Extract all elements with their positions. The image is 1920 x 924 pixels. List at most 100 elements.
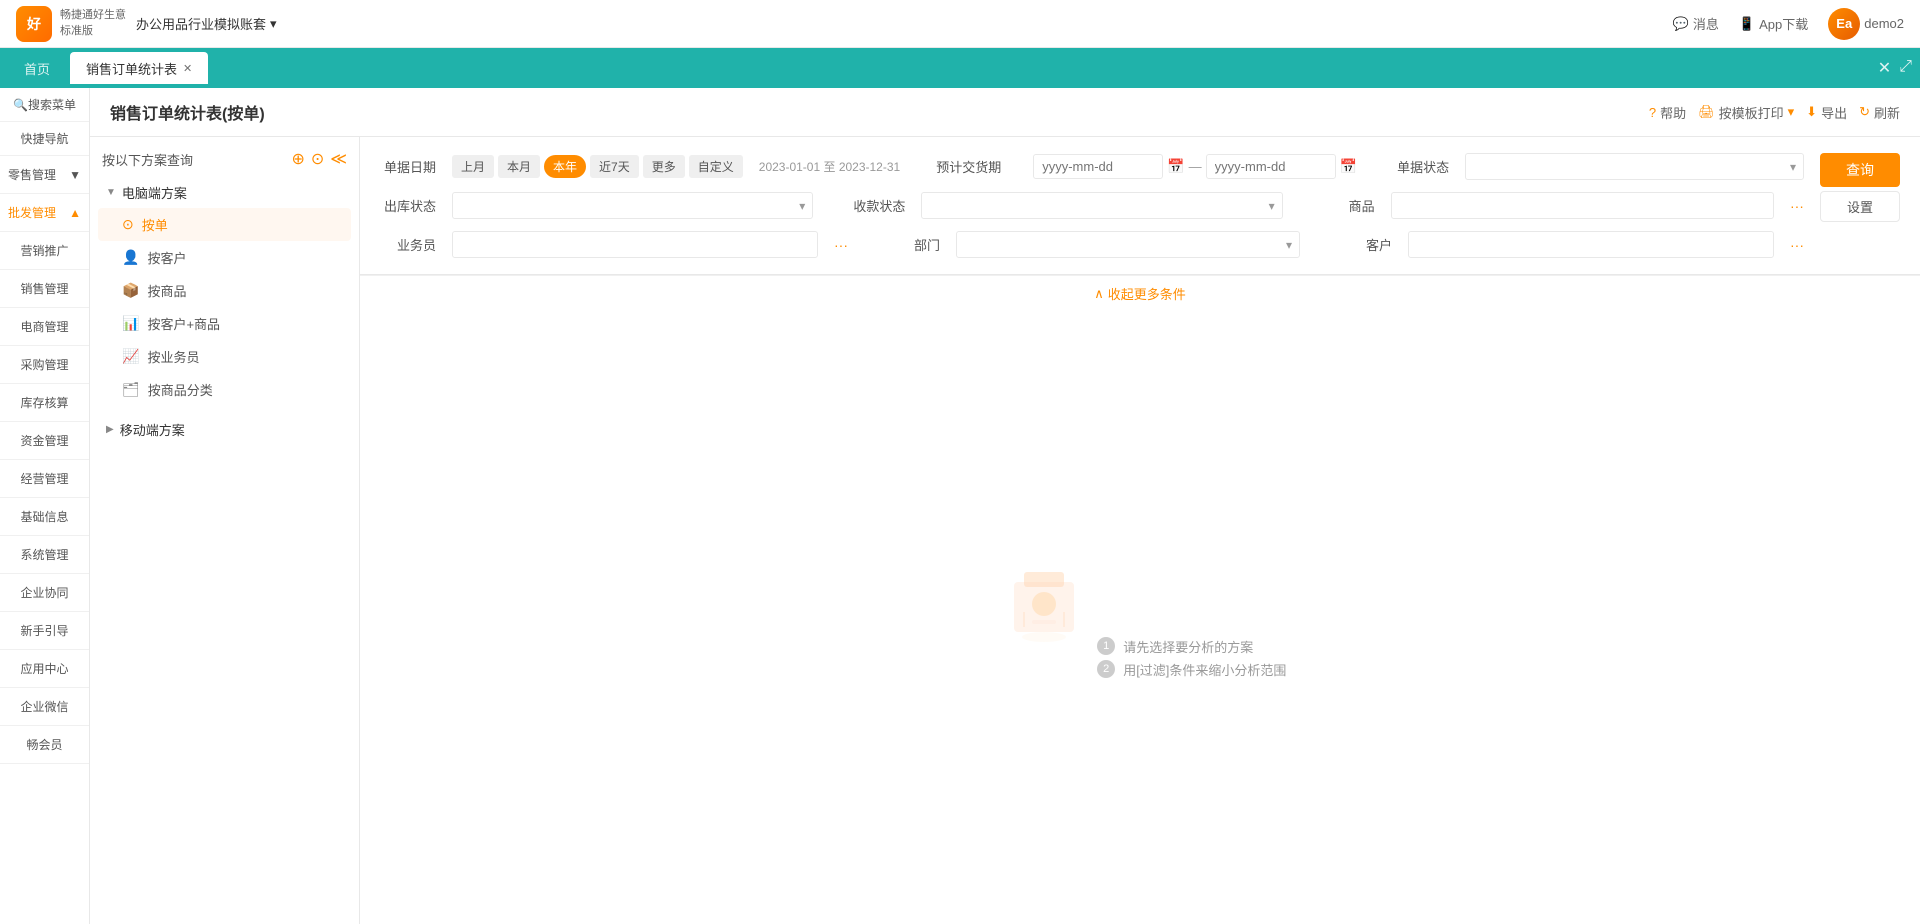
window-maximize-button[interactable]: ⤢: [1899, 58, 1912, 78]
btn-more[interactable]: 更多: [643, 155, 685, 178]
sidebar-item-finance[interactable]: 资金管理: [0, 422, 89, 460]
left-panel: 按以下方案查询 ⊕ ⊙ ≪ ▼ 电脑端方案 ⊙ 按单: [90, 137, 360, 924]
left-panel-header: 按以下方案查询 ⊕ ⊙ ≪: [90, 149, 359, 177]
sidebar-item-basic[interactable]: 基础信息: [0, 498, 89, 536]
delivery-date-start-input[interactable]: [1033, 154, 1163, 179]
user-menu[interactable]: Ea demo2: [1828, 8, 1904, 40]
collapse-panel-icon[interactable]: ≪: [330, 149, 347, 169]
scheme-item-by-staff[interactable]: 📈 按业务员: [98, 340, 351, 373]
btn-this-month[interactable]: 本月: [498, 155, 540, 178]
payment-status-select[interactable]: [921, 192, 1282, 219]
staff-more-button[interactable]: ···: [834, 237, 848, 253]
filter-actions: 查询 设置: [1820, 153, 1900, 222]
template-print-button[interactable]: 🖨 按模板打印 ▾: [1698, 103, 1794, 122]
chevron-down-icon: ▾: [270, 16, 277, 32]
sidebar-item-retail[interactable]: 零售管理 ▼: [0, 156, 89, 193]
sidebar-item-sales[interactable]: 销售管理: [0, 270, 89, 308]
staff-icon: 📈: [122, 348, 139, 365]
calendar-icon-2[interactable]: 📅: [1340, 158, 1357, 175]
page-actions: ? 帮助 🖨 按模板打印 ▾ ⬇ 导出 ↻ 刷新: [1649, 103, 1900, 122]
btn-this-year[interactable]: 本年: [544, 155, 586, 178]
sidebar-item-apps[interactable]: 应用中心: [0, 650, 89, 688]
btn-last-7[interactable]: 近7天: [590, 155, 639, 178]
print-icon: 🖨: [1698, 104, 1715, 120]
sidebar-item-wechat[interactable]: 企业微信: [0, 688, 89, 726]
refresh-button[interactable]: ↻ 刷新: [1859, 103, 1900, 122]
sidebar-item-ecommerce[interactable]: 电商管理: [0, 308, 89, 346]
scheme-item-by-goods-cat[interactable]: 🗂 按商品分类: [98, 373, 351, 406]
scheme-item-by-goods[interactable]: 📦 按商品: [98, 274, 351, 307]
sidebar-item-member[interactable]: 畅会员: [0, 726, 89, 764]
search-icon: 🔍: [13, 98, 28, 112]
search-button[interactable]: 查询: [1820, 153, 1900, 187]
sidebar-item-marketing[interactable]: 营销推广: [0, 232, 89, 270]
goods-more-button[interactable]: ···: [1790, 198, 1804, 214]
sidebar-item-system[interactable]: 系统管理: [0, 536, 89, 574]
query-row: 单据日期 上月 本月 本年 近7天 更多 自定义 2023-01-01 至 20…: [380, 153, 1900, 258]
window-minimize-button[interactable]: ✕: [1878, 58, 1891, 78]
sidebar-item-purchase[interactable]: 采购管理: [0, 346, 89, 384]
top-bar-right: 💬 消息 📱 App下载 Ea demo2: [1673, 8, 1904, 40]
help-button[interactable]: ? 帮助: [1649, 103, 1686, 122]
tab-home[interactable]: 首页: [8, 52, 66, 84]
btn-last-month[interactable]: 上月: [452, 155, 494, 178]
export-button[interactable]: ⬇ 导出: [1806, 103, 1847, 122]
scheme-item-by-cust-goods[interactable]: 📊 按客户+商品: [98, 307, 351, 340]
sidebar-item-wholesale[interactable]: 批发管理 ▲: [0, 194, 89, 231]
main-content: 销售订单统计表(按单) ? 帮助 🖨 按模板打印 ▾ ⬇ 导出 ↻ 刷新: [90, 88, 1920, 924]
chevron-right-icon: ▶: [106, 424, 114, 435]
order-status-select[interactable]: [1465, 153, 1804, 180]
delivery-status-select[interactable]: [452, 192, 813, 219]
tab-sales-stat[interactable]: 销售订单统计表 ✕: [70, 52, 208, 84]
goods-input[interactable]: [1391, 192, 1774, 219]
date-label: 单据日期: [380, 157, 436, 176]
sidebar-item-inventory[interactable]: 库存核算: [0, 384, 89, 422]
settings-scheme-icon[interactable]: ⊙: [311, 149, 324, 169]
chevron-up-icon: ▲: [69, 206, 81, 220]
collapse-filters-button[interactable]: ∧ 收起更多条件: [360, 275, 1920, 311]
dept-select[interactable]: [956, 231, 1300, 258]
delivery-date-label: 预计交货期: [936, 157, 1001, 176]
message-icon: 💬: [1673, 16, 1689, 32]
sidebar-item-operation[interactable]: 经营管理: [0, 460, 89, 498]
scheme-item-by-order[interactable]: ⊙ 按单: [98, 208, 351, 241]
company-selector[interactable]: 办公用品行业模拟账套 ▾: [136, 14, 277, 33]
pc-scheme-header[interactable]: ▼ 电脑端方案: [98, 177, 351, 208]
top-bar: 好 畅捷通好生意 标准版 办公用品行业模拟账套 ▾ 💬 消息 📱 App下载 E…: [0, 0, 1920, 48]
app-download-button[interactable]: 📱 App下载: [1739, 14, 1808, 33]
customer-input[interactable]: [1408, 231, 1774, 258]
hint-num-2: 2: [1097, 660, 1115, 678]
sidebar-group-retail: 零售管理 ▼: [0, 156, 89, 194]
sidebar-search[interactable]: 🔍 搜索菜单: [0, 88, 89, 122]
tab-bar-actions: ✕ ⤢: [1878, 58, 1912, 78]
empty-hints: 1 请先选择要分析的方案 2 用[过滤]条件来缩小分析范围: [1097, 633, 1286, 683]
staff-input[interactable]: [452, 231, 818, 258]
message-button[interactable]: 💬 消息: [1673, 14, 1719, 33]
sidebar-quick-nav[interactable]: 快捷导航: [0, 122, 89, 156]
mobile-scheme-header[interactable]: ▶ 移动端方案: [98, 414, 351, 445]
avatar: Ea: [1828, 8, 1860, 40]
date-range-text: 2023-01-01 至 2023-12-31: [759, 158, 900, 175]
delivery-status-label: 出库状态: [380, 196, 436, 215]
sidebar-item-enterprise[interactable]: 企业协同: [0, 574, 89, 612]
scheme-item-by-customer[interactable]: 👤 按客户: [98, 241, 351, 274]
add-scheme-icon[interactable]: ⊕: [291, 149, 304, 169]
payment-status-select-wrapper: [921, 192, 1282, 219]
main-layout: 🔍 搜索菜单 快捷导航 零售管理 ▼ 批发管理 ▲ 营销推广 销售管理 电商管理: [0, 88, 1920, 924]
inner-layout: 按以下方案查询 ⊕ ⊙ ≪ ▼ 电脑端方案 ⊙ 按单: [90, 137, 1920, 924]
btn-custom[interactable]: 自定义: [689, 155, 743, 178]
sidebar-group-wholesale: 批发管理 ▲: [0, 194, 89, 232]
left-panel-icons: ⊕ ⊙ ≪: [291, 149, 347, 169]
customer-more-button[interactable]: ···: [1790, 237, 1804, 253]
tab-close-icon[interactable]: ✕: [183, 62, 192, 75]
setting-button[interactable]: 设置: [1820, 191, 1900, 222]
sidebar: 🔍 搜索菜单 快捷导航 零售管理 ▼ 批发管理 ▲ 营销推广 销售管理 电商管理: [0, 88, 90, 924]
right-panel: 单据日期 上月 本月 本年 近7天 更多 自定义 2023-01-01 至 20…: [360, 137, 1920, 924]
page-title: 销售订单统计表(按单): [110, 100, 265, 124]
delivery-date-end-input[interactable]: [1206, 154, 1336, 179]
order-icon: ⊙: [122, 216, 134, 233]
hint-num-1: 1: [1097, 637, 1115, 655]
calendar-icon[interactable]: 📅: [1167, 158, 1184, 175]
dept-select-wrapper: [956, 231, 1300, 258]
sidebar-item-newbie[interactable]: 新手引导: [0, 612, 89, 650]
